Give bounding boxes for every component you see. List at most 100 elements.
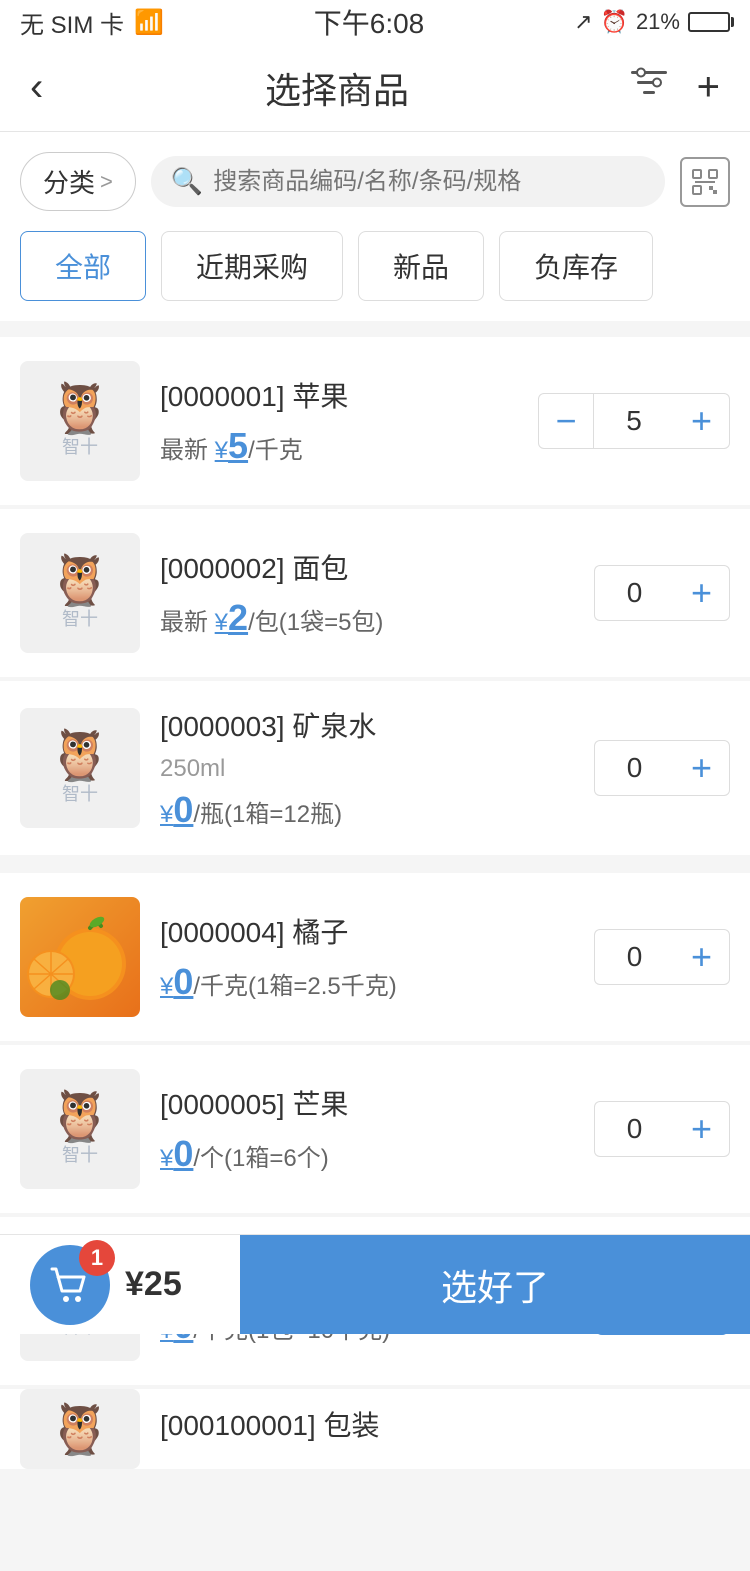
category-button[interactable]: 分类 >: [20, 152, 136, 211]
status-left: 无 SIM 卡 📶: [20, 5, 164, 40]
product-price-1: 最新 ¥5/千克: [160, 425, 518, 467]
orange-svg: [25, 902, 135, 1012]
time-label: 下午6:08: [314, 2, 425, 42]
placeholder-logo: 🦉: [49, 1091, 111, 1141]
tab-recent[interactable]: 近期采购: [161, 231, 343, 301]
product-price-2: 最新 ¥2/包(1袋=5包): [160, 597, 574, 639]
qty-input-4[interactable]: [594, 929, 674, 985]
placeholder-text: 智十: [49, 605, 111, 631]
product-price-3: ¥0/瓶(1箱=12瓶): [160, 789, 574, 831]
tab-all[interactable]: 全部: [20, 231, 146, 301]
product-price-4: ¥0/千克(1箱=2.5千克): [160, 961, 574, 1003]
carrier-label: 无 SIM 卡: [20, 5, 124, 40]
cart-section: 1 ¥25: [0, 1245, 240, 1325]
product-info-5: [0000005] 芒果 ¥0/个(1箱=6个): [160, 1083, 574, 1175]
qty-input-3[interactable]: [594, 740, 674, 796]
price-unit: /包(1袋=5包): [248, 609, 383, 636]
qty-plus-button-1[interactable]: +: [674, 393, 730, 449]
status-right: ↗ ⏰ 21%: [574, 9, 730, 35]
confirm-button[interactable]: 选好了: [240, 1235, 750, 1334]
product-name-3: [0000003] 矿泉水: [160, 705, 574, 745]
nav-right-actions: +: [631, 65, 720, 110]
cart-icon[interactable]: 1: [30, 1245, 110, 1325]
back-button[interactable]: ‹: [30, 65, 43, 110]
product-name-4: [0000004] 橘子: [160, 911, 574, 951]
category-chevron: >: [100, 169, 113, 195]
qty-plus-button-4[interactable]: +: [674, 929, 730, 985]
price-number: 2: [228, 597, 248, 638]
placeholder-logo: 🦉: [49, 730, 111, 780]
qty-control-1: − +: [538, 393, 730, 449]
bottom-bar: 1 ¥25 选好了: [0, 1234, 750, 1334]
qty-plus-button-2[interactable]: +: [674, 565, 730, 621]
tab-negative-stock[interactable]: 负库存: [499, 231, 653, 301]
product-spec-3: 250ml: [160, 755, 574, 783]
placeholder-text: 智十: [49, 780, 111, 806]
product-image-5: 🦉 智十: [20, 1069, 140, 1189]
search-input[interactable]: [213, 168, 645, 196]
search-input-wrap[interactable]: 🔍: [151, 156, 665, 207]
list-item-partial: 🦉 [000100001] 包装: [0, 1389, 750, 1469]
search-icon: 🔍: [171, 166, 203, 197]
product-info-3: [0000003] 矿泉水 250ml ¥0/瓶(1箱=12瓶): [160, 705, 574, 831]
qty-minus-button-1[interactable]: −: [538, 393, 594, 449]
placeholder-logo: 🦉: [49, 1404, 111, 1454]
wifi-icon: 📶: [134, 8, 164, 37]
product-name-1: [0000001] 苹果: [160, 375, 518, 415]
qty-control-2: +: [594, 565, 730, 621]
product-name-7: [000100001] 包装: [160, 1404, 730, 1444]
qty-input-5[interactable]: [594, 1101, 674, 1157]
qty-control-3: +: [594, 740, 730, 796]
product-image-4: [20, 897, 140, 1017]
list-item: 🦉 智十 [0000001] 苹果 最新 ¥5/千克 − +: [0, 337, 750, 505]
price-number: 5: [228, 425, 248, 466]
location-icon: ↗: [574, 9, 592, 35]
placeholder-text: 智十: [49, 433, 111, 459]
price-number: 0: [173, 789, 193, 830]
price-unit: /千克: [248, 437, 303, 464]
price-unit: /瓶(1箱=12瓶): [193, 801, 342, 828]
price-number: 0: [173, 1133, 193, 1174]
page-title: 选择商品: [265, 62, 409, 114]
product-info-7: [000100001] 包装: [160, 1404, 730, 1454]
product-image-7: 🦉: [20, 1389, 140, 1469]
category-label: 分类: [43, 163, 95, 200]
search-bar: 分类 > 🔍: [0, 132, 750, 231]
add-icon[interactable]: +: [697, 65, 720, 110]
price-unit: /个(1箱=6个): [193, 1145, 328, 1172]
list-item: 🦉 智十 [0000002] 面包 最新 ¥2/包(1袋=5包) +: [0, 509, 750, 677]
product-info-4: [0000004] 橘子 ¥0/千克(1箱=2.5千克): [160, 911, 574, 1003]
list-item: 🦉 智十 [0000003] 矿泉水 250ml ¥0/瓶(1箱=12瓶) +: [0, 681, 750, 855]
cart-badge: 1: [79, 1240, 115, 1276]
placeholder-text: 智十: [49, 1141, 111, 1167]
qty-control-4: +: [594, 929, 730, 985]
qty-plus-button-5[interactable]: +: [674, 1101, 730, 1157]
battery-percentage: 21%: [636, 9, 680, 35]
scan-icon[interactable]: [680, 157, 730, 207]
price-symbol: ¥: [215, 609, 228, 636]
product-info-2: [0000002] 面包 最新 ¥2/包(1袋=5包): [160, 547, 574, 639]
placeholder-logo: 🦉: [49, 555, 111, 605]
product-image-3: 🦉 智十: [20, 708, 140, 828]
qty-control-5: +: [594, 1101, 730, 1157]
qty-plus-button-3[interactable]: +: [674, 740, 730, 796]
cart-total: ¥25: [125, 1265, 182, 1304]
nav-bar: ‹ 选择商品 +: [0, 44, 750, 132]
status-bar: 无 SIM 卡 📶 下午6:08 ↗ ⏰ 21%: [0, 0, 750, 44]
product-name-5: [0000005] 芒果: [160, 1083, 574, 1123]
price-number: 0: [173, 961, 193, 1002]
tab-new[interactable]: 新品: [358, 231, 484, 301]
placeholder-logo: 🦉: [49, 383, 111, 433]
filter-icon[interactable]: [631, 67, 667, 108]
battery-icon: [688, 12, 730, 32]
product-image-1: 🦉 智十: [20, 361, 140, 481]
price-symbol: ¥: [160, 801, 173, 828]
price-unit: /千克(1箱=2.5千克): [193, 973, 396, 1000]
product-name-2: [0000002] 面包: [160, 547, 574, 587]
list-item: 🦉 智十 [0000005] 芒果 ¥0/个(1箱=6个) +: [0, 1045, 750, 1213]
filter-tabs: 全部 近期采购 新品 负库存: [0, 231, 750, 321]
qty-input-1[interactable]: [594, 393, 674, 449]
product-image-2: 🦉 智十: [20, 533, 140, 653]
product-price-5: ¥0/个(1箱=6个): [160, 1133, 574, 1175]
qty-input-2[interactable]: [594, 565, 674, 621]
